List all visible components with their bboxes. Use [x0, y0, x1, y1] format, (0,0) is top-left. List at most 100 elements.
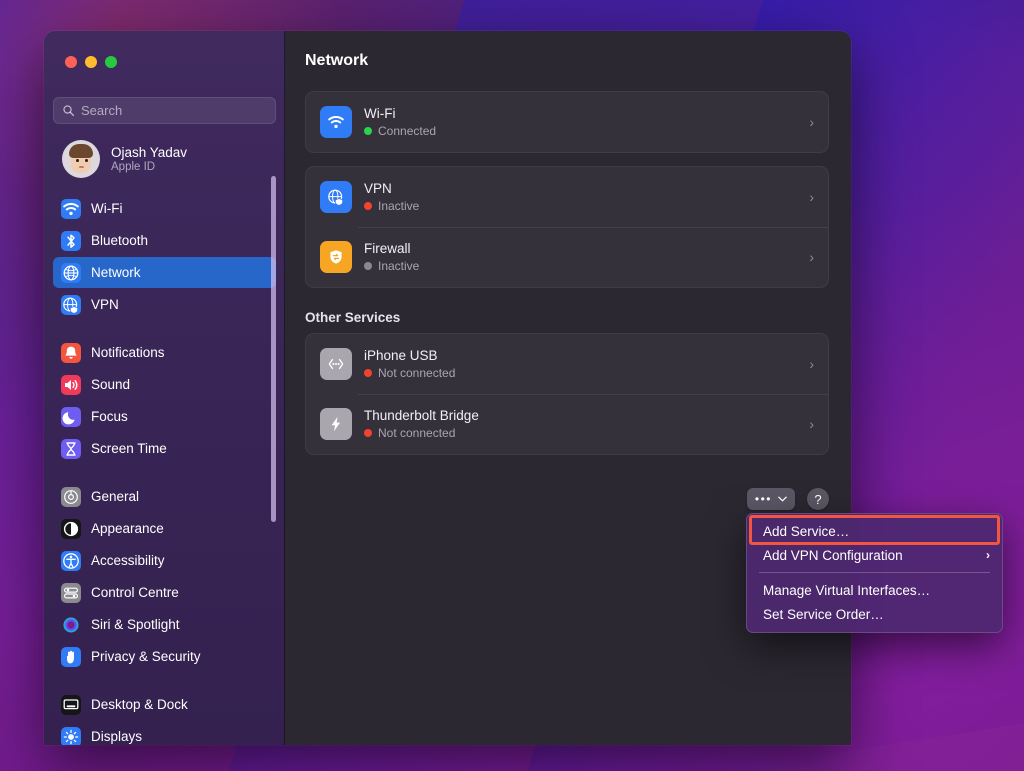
account-name: Ojash Yadav	[111, 145, 188, 160]
chevron-right-icon: ›	[809, 356, 814, 372]
service-row-wi-fi[interactable]: Wi-Fi Connected ›	[306, 92, 828, 152]
status-dot	[364, 262, 372, 270]
brightness-icon	[61, 726, 81, 745]
sidebar-item-wi-fi[interactable]: Wi-Fi	[53, 193, 276, 224]
search-placeholder: Search	[81, 103, 123, 118]
menu-item-label: Set Service Order…	[763, 606, 884, 622]
sidebar-item-bluetooth[interactable]: Bluetooth	[53, 225, 276, 256]
chevron-right-icon: ›	[809, 189, 814, 205]
firewall-shield-icon	[320, 241, 352, 273]
siri-icon	[61, 615, 81, 635]
minimize-button[interactable]	[85, 56, 97, 68]
sidebar: Search Ojash Yadav Apple ID Wi-Fi Bluetoo…	[44, 31, 285, 745]
status-dot	[364, 429, 372, 437]
desktop-dock-icon	[61, 694, 81, 715]
bell-icon	[61, 342, 81, 363]
sidebar-item-label: VPN	[91, 297, 119, 312]
sidebar-item-label: Displays	[91, 729, 143, 744]
sidebar-item-label: General	[91, 489, 140, 504]
menu-separator	[759, 572, 990, 573]
chevron-right-icon: ›	[809, 249, 814, 265]
search-field[interactable]: Search	[53, 97, 276, 124]
appearance-contrast-icon	[61, 518, 81, 539]
sidebar-item-label: Network	[91, 265, 141, 280]
sidebar-item-label: Bluetooth	[91, 233, 149, 248]
sidebar-item-label: Sound	[91, 377, 131, 392]
sidebar-item-label: Siri & Spotlight	[91, 617, 180, 632]
sidebar-item-vpn[interactable]: VPN	[53, 289, 276, 320]
sidebar-group-separator	[53, 673, 276, 689]
menu-item-label: Manage Virtual Interfaces…	[763, 582, 931, 598]
chevron-right-icon: ›	[809, 114, 814, 130]
thunderbolt-icon	[320, 408, 352, 440]
zoom-button[interactable]	[105, 56, 117, 68]
more-options-button[interactable]: •••	[746, 488, 795, 510]
wifi-icon	[61, 198, 81, 219]
window-controls	[65, 56, 117, 68]
sidebar-item-focus[interactable]: Focus	[53, 401, 276, 432]
sidebar-item-privacy-security[interactable]: Privacy & Security	[53, 641, 276, 672]
menu-item-label: Add Service…	[763, 523, 850, 539]
moon-icon	[61, 406, 81, 427]
sidebar-group-separator	[53, 465, 276, 481]
section-heading: Other Services	[305, 310, 401, 325]
detail-pane: Network Wi-Fi Connected › VPN Inactive › Firew…	[285, 31, 851, 745]
sidebar-scroll-area: Wi-Fi Bluetooth Network VPN Notifications Sou…	[44, 193, 285, 745]
speaker-icon	[61, 374, 81, 395]
search-icon	[63, 105, 75, 117]
submenu-arrow-icon: ›	[986, 548, 990, 562]
service-row-iphone-usb[interactable]: iPhone USB Not connected ›	[306, 334, 828, 394]
sidebar-item-screen-time[interactable]: Screen Time	[53, 433, 276, 464]
control-centre-icon	[61, 582, 81, 603]
sidebar-item-appearance[interactable]: Appearance	[53, 513, 276, 544]
sidebar-item-displays[interactable]: Displays	[53, 721, 276, 745]
sidebar-item-notifications[interactable]: Notifications	[53, 337, 276, 368]
sidebar-scrollbar-thumb[interactable]	[271, 176, 276, 522]
service-card: Wi-Fi Connected ›	[305, 91, 829, 153]
service-name: Thunderbolt Bridge	[364, 408, 479, 423]
sidebar-item-label: Screen Time	[91, 441, 167, 456]
status-dot	[364, 369, 372, 377]
close-button[interactable]	[65, 56, 77, 68]
system-settings-window: Search Ojash Yadav Apple ID Wi-Fi Bluetoo…	[44, 31, 851, 745]
apple-id-row[interactable]: Ojash Yadav Apple ID	[53, 135, 276, 183]
sidebar-item-label: Desktop & Dock	[91, 697, 188, 712]
service-status: Not connected	[364, 366, 797, 380]
status-dot	[364, 127, 372, 135]
service-name: Firewall	[364, 241, 411, 256]
bluetooth-icon	[61, 230, 81, 251]
iphone-usb-icon	[320, 348, 352, 380]
menu-item-add-service[interactable]: Add Service…	[747, 519, 1002, 543]
sidebar-item-sound[interactable]: Sound	[53, 369, 276, 400]
sidebar-item-label: Appearance	[91, 521, 164, 536]
chevron-right-icon: ›	[809, 416, 814, 432]
sidebar-item-label: Focus	[91, 409, 128, 424]
menu-item-set-service-order[interactable]: Set Service Order…	[747, 602, 1002, 626]
help-button[interactable]: ?	[807, 488, 829, 510]
avatar	[62, 140, 100, 178]
sidebar-scrollbar[interactable]	[271, 176, 276, 522]
service-row-vpn[interactable]: VPN Inactive ›	[306, 167, 828, 227]
service-row-firewall[interactable]: Firewall Inactive ›	[306, 227, 828, 287]
service-status: Not connected	[364, 426, 797, 440]
sidebar-item-label: Control Centre	[91, 585, 179, 600]
menu-item-add-vpn-configuration[interactable]: Add VPN Configuration ›	[747, 543, 1002, 567]
wifi-icon	[320, 106, 352, 138]
menu-item-manage-virtual-interfaces[interactable]: Manage Virtual Interfaces…	[747, 578, 1002, 602]
chevron-down-icon	[778, 496, 787, 502]
sidebar-item-control-centre[interactable]: Control Centre	[53, 577, 276, 608]
menu-item-label: Add VPN Configuration	[763, 547, 903, 563]
sidebar-item-label: Notifications	[91, 345, 165, 360]
service-row-thunderbolt-bridge[interactable]: Thunderbolt Bridge Not connected ›	[306, 394, 828, 454]
sidebar-item-desktop-dock[interactable]: Desktop & Dock	[53, 689, 276, 720]
vpn-globe-icon	[320, 181, 352, 213]
more-dots-icon: •••	[754, 492, 772, 506]
vpn-globe-icon	[61, 294, 81, 315]
sidebar-item-network[interactable]: Network	[53, 257, 276, 288]
sidebar-item-general[interactable]: General	[53, 481, 276, 512]
service-status: Inactive	[364, 259, 797, 273]
sidebar-item-accessibility[interactable]: Accessibility	[53, 545, 276, 576]
service-card: iPhone USB Not connected › Thunderbolt Brid…	[305, 333, 829, 455]
sidebar-item-siri-spotlight[interactable]: Siri & Spotlight	[53, 609, 276, 640]
account-subtitle: Apple ID	[111, 161, 156, 173]
